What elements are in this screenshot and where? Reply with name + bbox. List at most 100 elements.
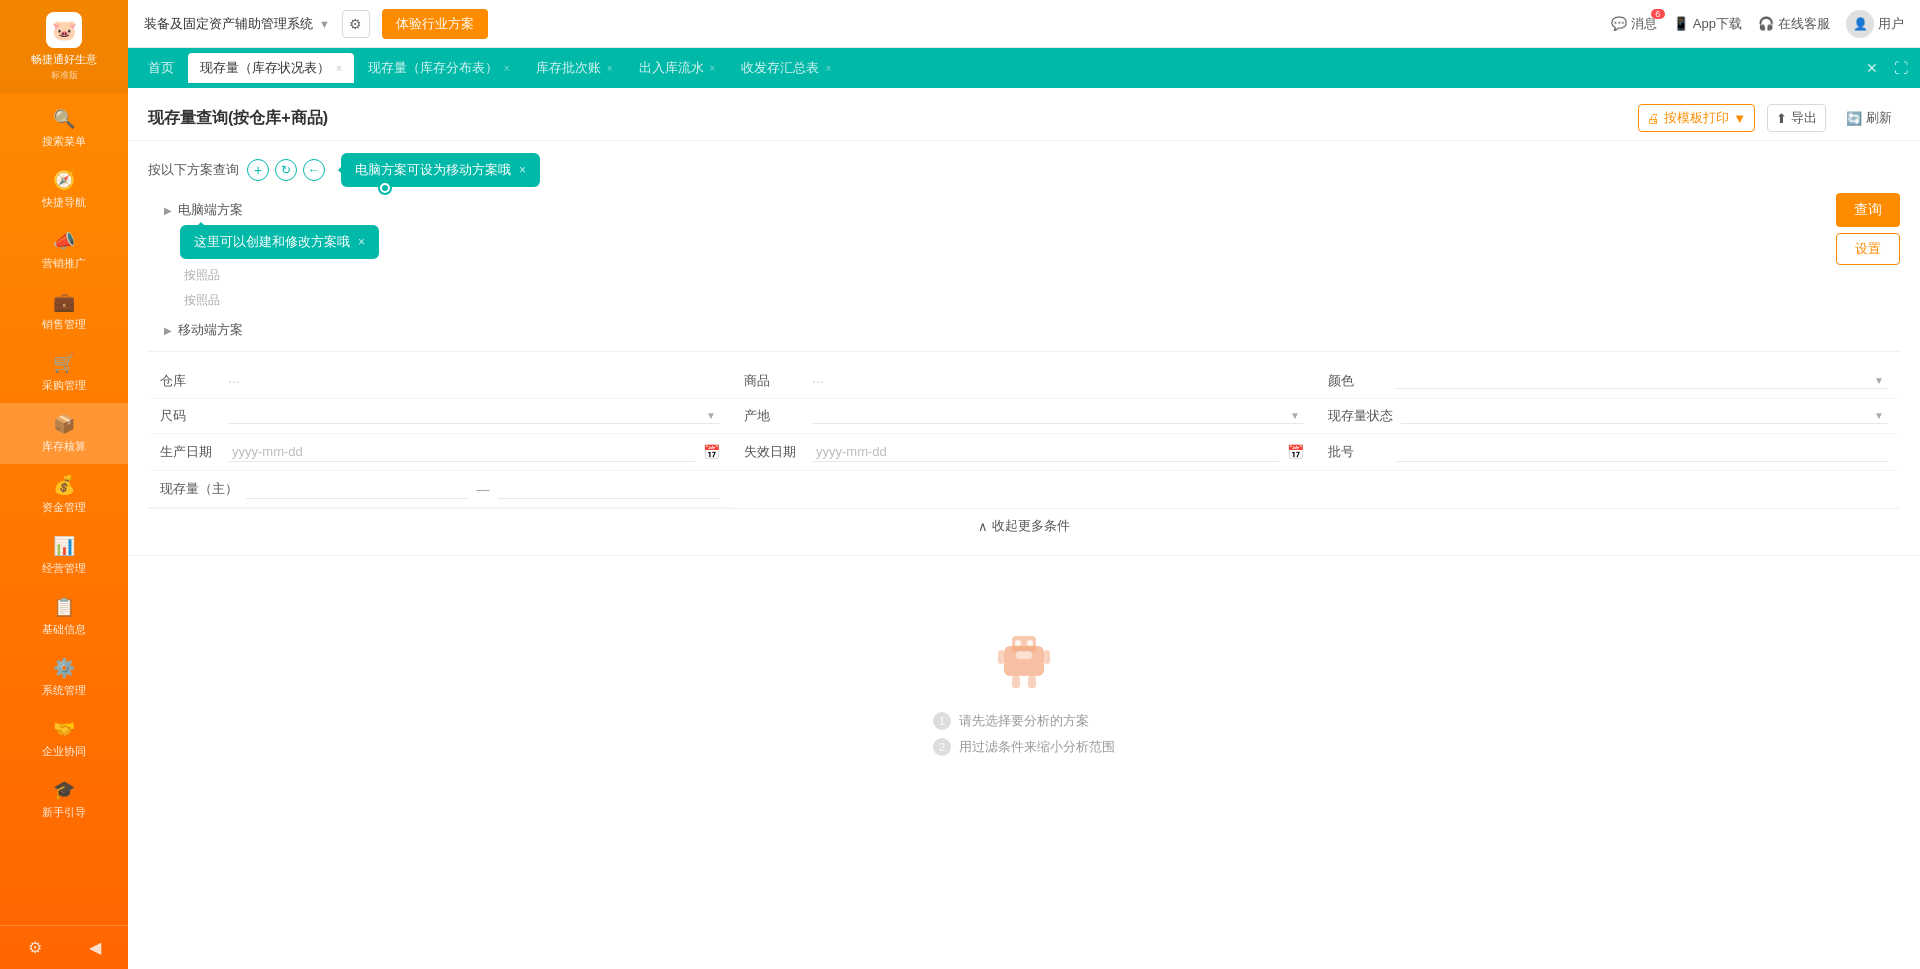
logo-icon: 🐷 [46,12,82,48]
page-title: 现存量查询(按仓库+商品) [148,108,328,129]
tree-sub-item-2[interactable]: 按照品 [184,288,1900,313]
filter-add-button[interactable]: + [247,159,269,181]
filter-grid: 仓库 ··· 商品 ··· 颜色 ▼ 尺码 [148,351,1900,508]
warehouse-label: 仓库 [160,372,220,390]
batch-no-input[interactable] [1396,442,1888,462]
collapse-button[interactable]: ∧ 收起更多条件 [148,508,1900,543]
sidebar-item-operation[interactable]: 📊 经营管理 [0,525,128,586]
user-avatar: 👤 [1846,10,1874,38]
tab-close-all-icon[interactable]: ✕ [1862,56,1882,80]
tab-batch[interactable]: 库存批次账 × [524,53,625,83]
search-icon: 🔍 [53,108,75,130]
goods-dots: ··· [812,373,824,389]
create-tooltip-close[interactable]: × [358,235,365,249]
tab-receipt-label: 收发存汇总表 [741,59,819,77]
collapse-arrow-icon: ∧ [978,519,988,534]
sidebar-item-purchase[interactable]: 🛒 采购管理 [0,342,128,403]
sidebar-item-marketing[interactable]: 📣 营销推广 [0,220,128,281]
export-label: 导出 [1791,109,1817,127]
tab-inout-close[interactable]: × [710,63,716,74]
notice-icon: 💬 [1611,16,1627,31]
prod-date-calendar-icon[interactable]: 📅 [703,444,720,460]
svg-rect-7 [1012,676,1020,688]
scheme-indicator-dot [380,183,390,193]
scheme-tooltip: 电脑方案可设为移动方案哦 × [341,153,540,187]
filter-back-button[interactable]: ← [303,159,325,181]
tree-sub-item-1[interactable]: 按照品 [184,263,1900,288]
print-button[interactable]: 🖨 按模板打印 ▼ [1638,104,1755,132]
origin-select[interactable]: ▼ [812,408,1304,424]
tab-receipt[interactable]: 收发存汇总表 × [729,53,843,83]
main-content: 装备及固定资产辅助管理系统 ▼ ⚙ 体验行业方案 💬 消息 6 📱 App下载 … [128,0,1920,969]
goods-label: 商品 [744,372,804,390]
sidebar-item-search[interactable]: 🔍 搜索菜单 [0,98,128,159]
system-title-dropdown[interactable]: ▼ [319,18,330,30]
purchase-icon: 🛒 [53,352,75,374]
expire-date-input[interactable] [812,442,1279,462]
sidebar-item-guide[interactable]: 🎓 新手引导 [0,769,128,830]
stock-qty-from-input[interactable] [246,479,469,499]
sidebar-item-basic[interactable]: 📋 基础信息 [0,586,128,647]
tree-item-pc[interactable]: ▶ 电脑端方案 [164,197,1900,223]
sidebar-item-system[interactable]: ⚙️ 系统管理 [0,647,128,708]
app-item[interactable]: 📱 App下载 [1673,15,1742,33]
prod-date-input[interactable] [228,442,695,462]
sidebar-item-enterprise[interactable]: 🤝 企业协同 [0,708,128,769]
sidebar-item-finance[interactable]: 💰 资金管理 [0,464,128,525]
tab-inout-label: 出入库流水 [639,59,704,77]
expire-date-calendar-icon[interactable]: 📅 [1287,444,1304,460]
service-item[interactable]: 🎧 在线客服 [1758,15,1830,33]
tab-stock-status-close[interactable]: × [336,63,342,74]
sidebar-label-sales: 销售管理 [42,317,86,332]
sidebar-label-operation: 经营管理 [42,561,86,576]
tab-expand-icon[interactable]: ⛶ [1890,56,1912,80]
tab-batch-close[interactable]: × [607,63,613,74]
refresh-button[interactable]: 🔄 刷新 [1838,105,1900,131]
tab-stock-status[interactable]: 现存量（库存状况表） × [188,53,354,83]
basic-icon: 📋 [53,596,75,618]
app-icon: 📱 [1673,16,1689,31]
system-title: 装备及固定资产辅助管理系统 ▼ [144,15,330,33]
user-item[interactable]: 👤 用户 [1846,10,1904,38]
notice-item[interactable]: 💬 消息 6 [1611,15,1657,33]
stock-status-select[interactable]: ▼ [1401,408,1888,424]
export-button[interactable]: ⬆ 导出 [1767,104,1826,132]
svg-rect-6 [1044,650,1050,664]
tab-stock-dist-close[interactable]: × [504,63,510,74]
content-area: 现存量查询(按仓库+商品) 🖨 按模板打印 ▼ ⬆ 导出 🔄 刷新 [128,88,1920,969]
tab-receipt-close[interactable]: × [825,63,831,74]
tip-num-1: 1 [933,712,951,730]
sidebar-collapse-btn[interactable]: ◀ [85,934,105,961]
search-btn-area: 查询 设置 [1836,193,1900,265]
print-dropdown-icon: ▼ [1733,111,1746,126]
tab-home[interactable]: 首页 [136,59,186,77]
sidebar-item-navigate[interactable]: 🧭 快捷导航 [0,159,128,220]
finance-icon: 💰 [53,474,75,496]
tree-item-mobile[interactable]: ▶ 移动端方案 [164,317,1900,343]
sidebar-item-sales[interactable]: 💼 销售管理 [0,281,128,342]
sidebar-settings-btn[interactable]: ⚙ [24,934,46,961]
logo-text: 畅捷通好生意 [31,52,97,67]
sidebar-label-enterprise: 企业协同 [42,744,86,759]
setting-button[interactable]: 设置 [1836,233,1900,265]
service-icon: 🎧 [1758,16,1774,31]
color-select[interactable]: ▼ [1396,373,1888,389]
industry-button[interactable]: 体验行业方案 [382,9,488,39]
filter-refresh-button[interactable]: ↻ [275,159,297,181]
gear-button[interactable]: ⚙ [342,10,370,38]
sidebar-item-inventory[interactable]: 📦 库存核算 [0,403,128,464]
search-button[interactable]: 查询 [1836,193,1900,227]
scheme-tooltip-close[interactable]: × [519,163,526,177]
svg-point-2 [1015,640,1021,646]
tab-stock-dist[interactable]: 现存量（库存分布表） × [356,53,522,83]
user-label: 用户 [1878,15,1904,33]
size-select[interactable]: ▼ [228,408,720,424]
sidebar-label-purchase: 采购管理 [42,378,86,393]
tree-arrow-pc: ▶ [164,205,172,216]
tab-inout[interactable]: 出入库流水 × [627,53,728,83]
print-label: 按模板打印 [1664,109,1729,127]
stock-qty-to-input[interactable] [498,479,721,499]
filter-controls: + ↻ ← [247,159,325,181]
tree-label-pc: 电脑端方案 [178,201,243,219]
empty-tips: 1 请先选择要分析的方案 2 用过滤条件来缩小分析范围 [933,712,1115,756]
